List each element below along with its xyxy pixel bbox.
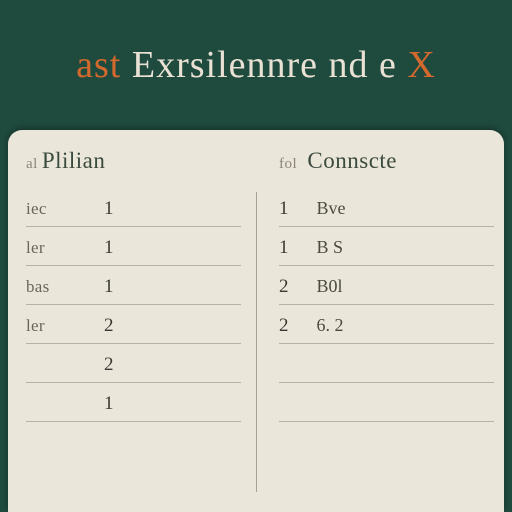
left-column-header: alPlilian: [26, 148, 241, 174]
table-row: bas 1: [26, 266, 241, 305]
right-column-header: fol Connscte: [279, 148, 494, 174]
left-header-small: al: [26, 156, 38, 172]
page-title: ast Exrsilennre nd e X: [76, 43, 436, 87]
row-label: ler: [26, 238, 104, 258]
table-row: 1 B S: [279, 227, 494, 266]
left-column: alPlilian iec 1 ler 1 bas 1 ler 2 2 1: [8, 130, 251, 512]
row-number: 1: [104, 237, 114, 259]
table-row: 2: [26, 344, 241, 383]
row-label: iec: [26, 199, 104, 219]
right-column: fol Connscte 1 Bve 1 B S 2 B0l 2 6. 2: [251, 130, 504, 512]
row-label: bas: [26, 277, 104, 297]
left-header-text: Plilian: [42, 148, 106, 173]
title-main: Exrsilennre nd e: [121, 44, 407, 86]
row-value: B S: [317, 237, 344, 258]
row-number: 1: [279, 198, 289, 220]
table-row: iec 1: [26, 188, 241, 227]
table-row: ler 2: [26, 305, 241, 344]
table-row: 2 B0l: [279, 266, 494, 305]
row-label: ler: [26, 316, 104, 336]
row-value: 6. 2: [317, 315, 344, 336]
content-panel: alPlilian iec 1 ler 1 bas 1 ler 2 2 1 fo…: [8, 130, 504, 512]
title-accent-right: X: [407, 44, 435, 86]
table-row: [279, 344, 494, 383]
row-number: 1: [279, 237, 289, 259]
row-number: 2: [104, 354, 114, 376]
row-number: 1: [104, 276, 114, 298]
table-row: [279, 383, 494, 422]
row-number: 2: [104, 315, 114, 337]
title-accent-left: ast: [76, 44, 121, 86]
row-number: 2: [279, 276, 289, 298]
table-row: 1 Bve: [279, 188, 494, 227]
table-row: ler 1: [26, 227, 241, 266]
row-value: Bve: [317, 198, 346, 219]
header-bar: ast Exrsilennre nd e X: [0, 0, 512, 130]
right-header-small: fol: [279, 156, 297, 172]
right-header-text: Connscte: [307, 148, 397, 173]
table-row: 1: [26, 383, 241, 422]
row-number: 1: [104, 393, 114, 415]
table-row: 2 6. 2: [279, 305, 494, 344]
row-number: 2: [279, 315, 289, 337]
row-value: B0l: [317, 276, 343, 297]
row-number: 1: [104, 198, 114, 220]
